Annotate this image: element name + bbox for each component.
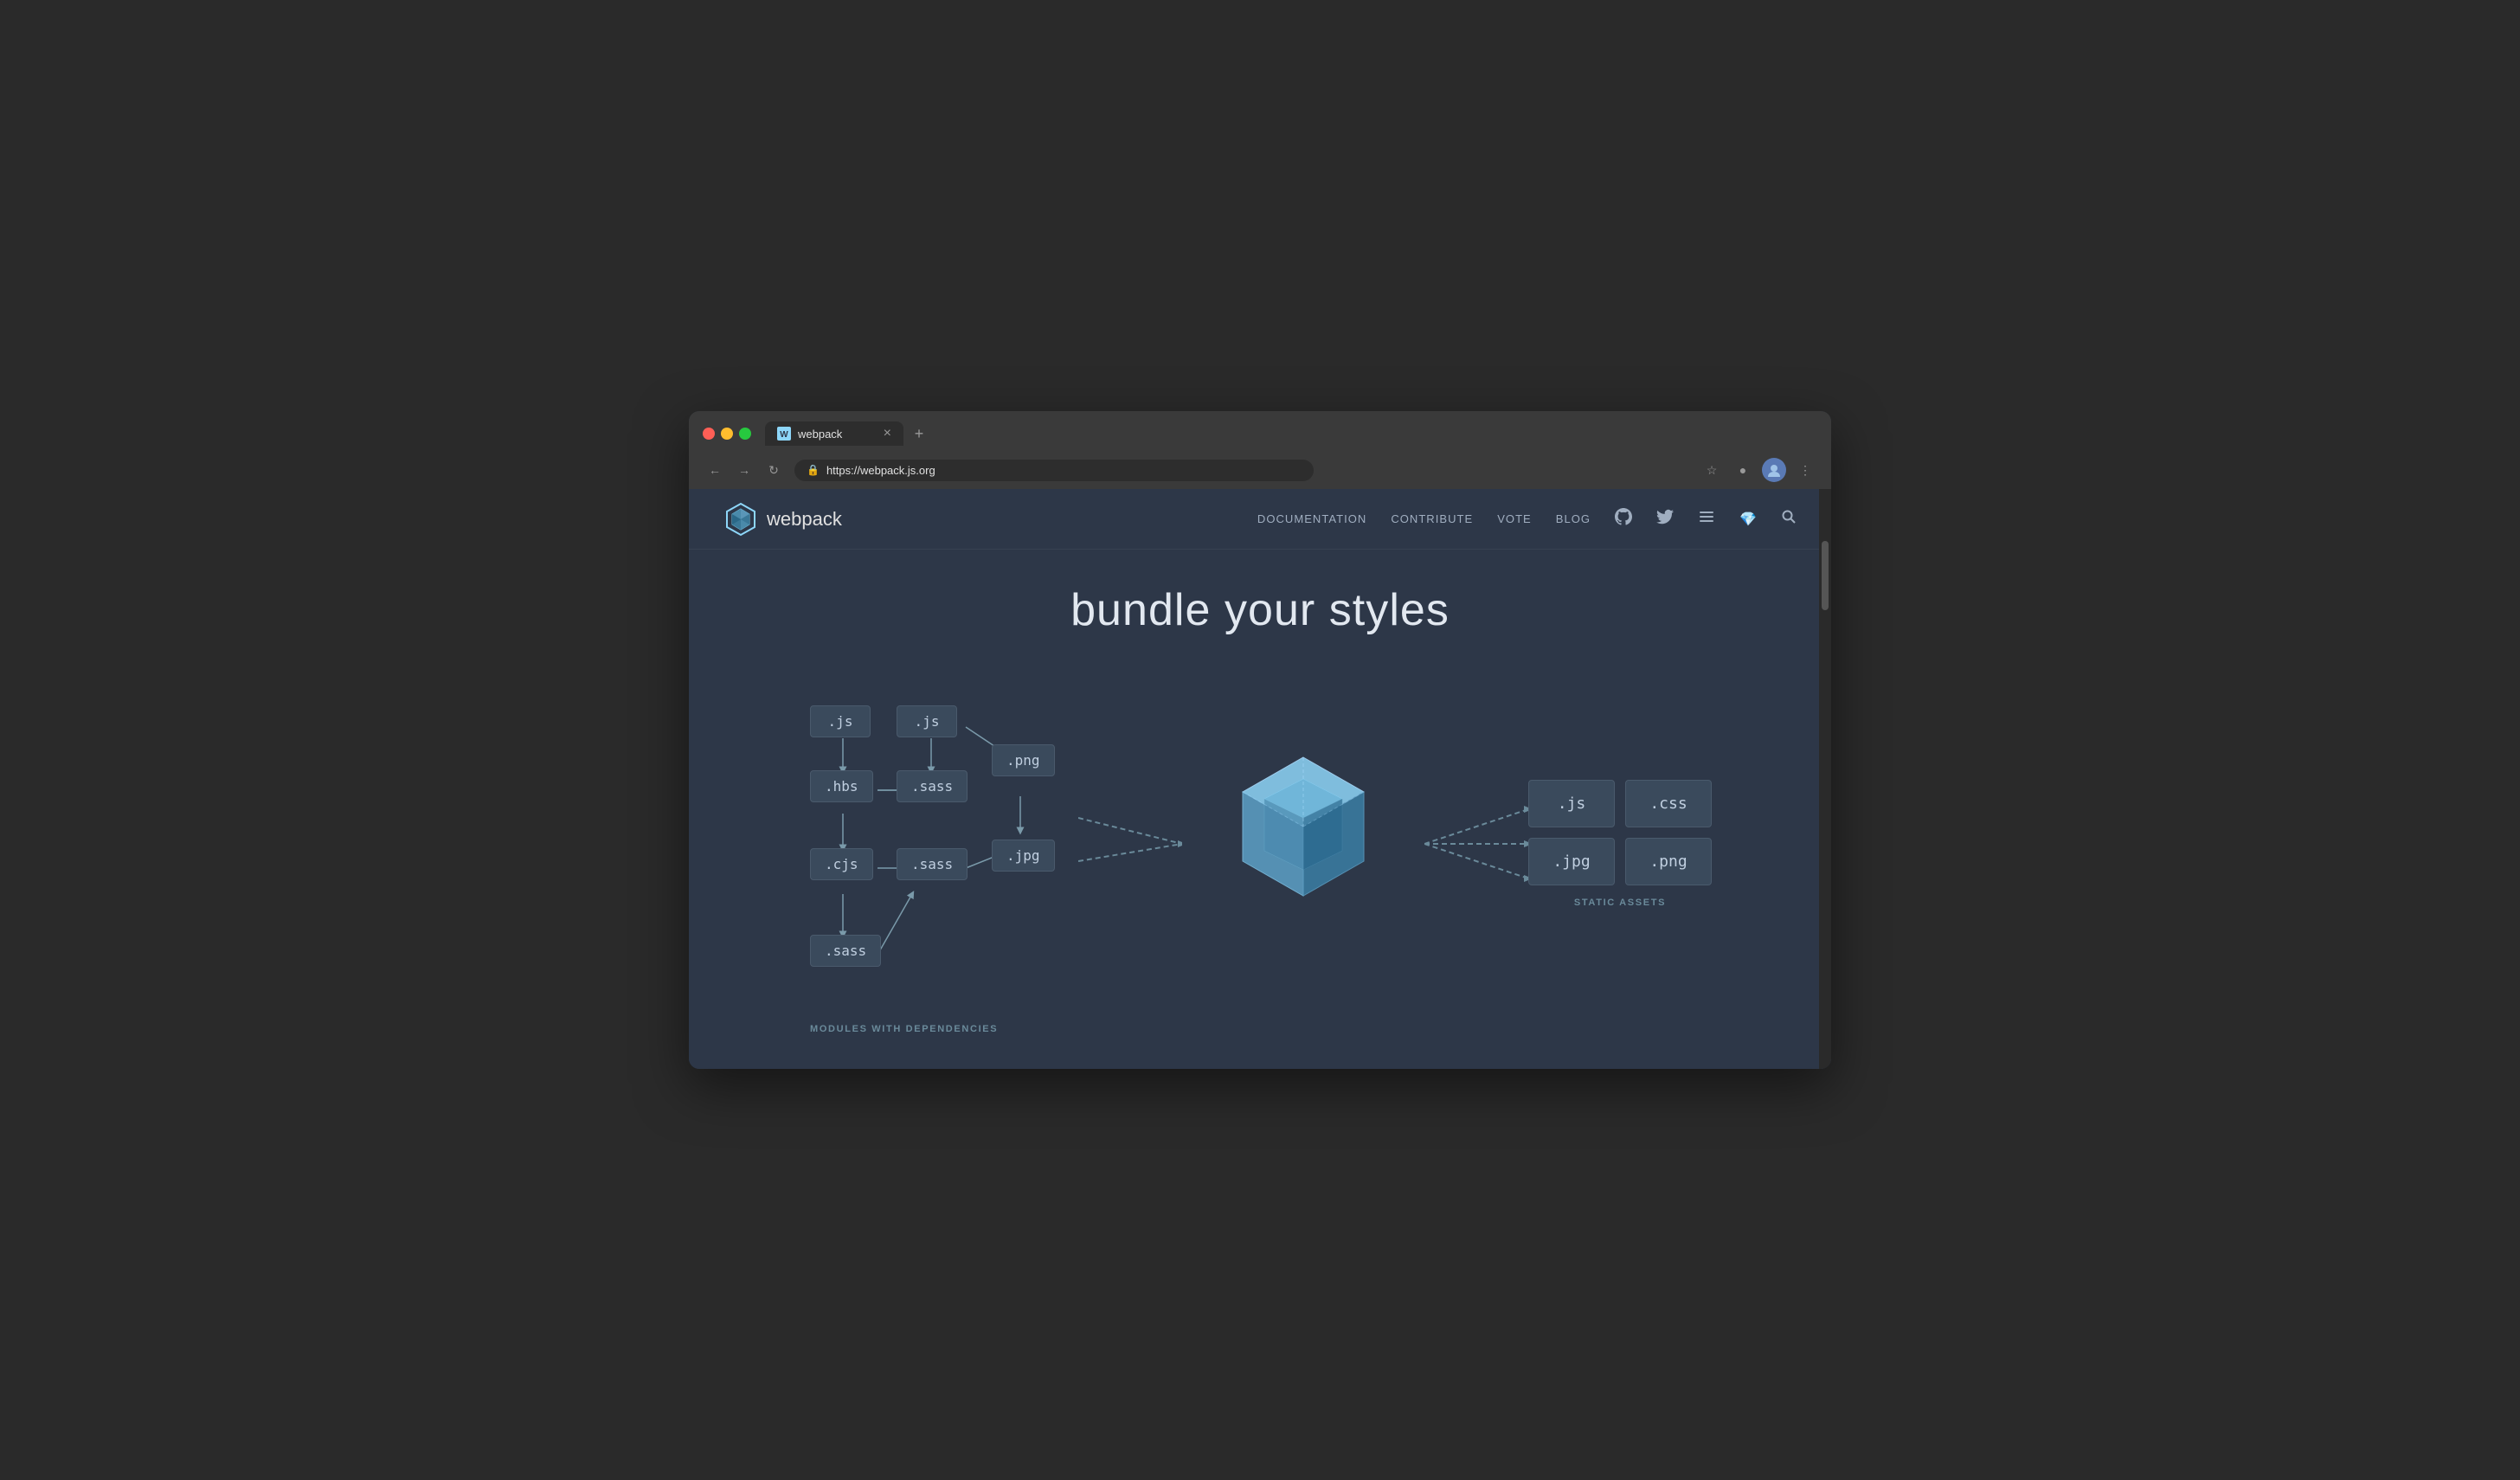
right-dashed-svg	[1424, 749, 1528, 939]
tab-bar: W webpack × +	[765, 421, 931, 446]
nav-buttons: ← → ↻	[703, 458, 786, 482]
left-dashed-svg	[1078, 749, 1182, 939]
close-button[interactable]	[703, 428, 715, 440]
hero-title: bundle your styles	[1070, 584, 1450, 636]
right-arrows	[1424, 749, 1528, 939]
static-assets-label: STATIC ASSETS	[1574, 898, 1666, 908]
nav-link-vote[interactable]: VOTE	[1497, 512, 1532, 525]
tab-title: webpack	[798, 428, 842, 441]
module-box-sass2: .sass	[897, 848, 968, 880]
navbar: webpack DOCUMENTATION CONTRIBUTE VOTE BL…	[689, 489, 1831, 550]
minimize-button[interactable]	[721, 428, 733, 440]
browser-actions: ☆ ● ⋮	[1700, 458, 1817, 482]
twitter-icon[interactable]	[1656, 508, 1674, 530]
output-row-1: .js .css	[1528, 780, 1712, 827]
maximize-button[interactable]	[739, 428, 751, 440]
bookmark-button[interactable]: ☆	[1700, 458, 1724, 482]
module-box-jpg: .jpg	[992, 840, 1055, 872]
module-box-js2: .js	[897, 705, 957, 737]
nav-link-blog[interactable]: BLOG	[1556, 512, 1591, 525]
profile-icon	[1762, 458, 1786, 482]
github-icon[interactable]	[1615, 508, 1632, 530]
module-box-png: .png	[992, 744, 1055, 776]
opencollective-icon[interactable]: 💎	[1739, 511, 1757, 528]
traffic-lights	[703, 428, 751, 440]
website-content: webpack DOCUMENTATION CONTRIBUTE VOTE BL…	[689, 489, 1831, 1069]
logo[interactable]: webpack	[723, 502, 842, 537]
modules-label: MODULES WITH DEPENDENCIES	[810, 1024, 998, 1034]
new-tab-button[interactable]: +	[907, 421, 931, 446]
title-bar: W webpack × +	[689, 411, 1831, 453]
module-box-sass3: .sass	[810, 935, 881, 967]
module-box-sass1: .sass	[897, 770, 968, 802]
module-box-hbs: .hbs	[810, 770, 873, 802]
scrollbar[interactable]	[1819, 489, 1831, 1069]
search-icon[interactable]	[1781, 509, 1797, 529]
webpack-logo-icon	[723, 502, 758, 537]
modules-section: .js .hbs .js .sass .png .cjs .sass .jpg	[784, 679, 1078, 1008]
lock-icon: 🔒	[807, 464, 820, 476]
url-bar[interactable]: 🔒 https://webpack.js.org	[794, 460, 1314, 481]
reload-button[interactable]: ↻	[762, 458, 786, 482]
output-box-js: .js	[1528, 780, 1615, 827]
menu-button[interactable]: ⋮	[1793, 458, 1817, 482]
address-bar: ← → ↻ 🔒 https://webpack.js.org ☆ ●	[689, 453, 1831, 489]
output-box-jpg: .jpg	[1528, 838, 1615, 885]
account-button[interactable]	[1762, 458, 1786, 482]
nav-link-contribute[interactable]: CONTRIBUTE	[1391, 512, 1473, 525]
stack-icon[interactable]	[1698, 508, 1715, 530]
nav-link-documentation[interactable]: DOCUMENTATION	[1257, 512, 1366, 525]
browser-window: W webpack × + ← → ↻ 🔒 https://webpack.js…	[689, 411, 1831, 1069]
tab-favicon: W	[777, 427, 791, 441]
diagram-wrapper: .js .hbs .js .sass .png .cjs .sass .jpg	[784, 679, 1736, 1008]
back-button[interactable]: ←	[703, 458, 727, 482]
url-text: https://webpack.js.org	[826, 464, 935, 477]
webpack-cube-svg	[1217, 740, 1390, 913]
browser-chrome: W webpack × + ← → ↻ 🔒 https://webpack.js…	[689, 411, 1831, 489]
extension-button[interactable]: ●	[1731, 458, 1755, 482]
nav-links: DOCUMENTATION CONTRIBUTE VOTE BLOG	[1257, 508, 1797, 530]
main-content: bundle your styles	[689, 550, 1831, 1069]
forward-button[interactable]: →	[732, 458, 756, 482]
output-row-2: .jpg .png	[1528, 838, 1712, 885]
scrollbar-thumb[interactable]	[1822, 541, 1829, 610]
logo-text: webpack	[767, 508, 842, 531]
left-arrows	[1078, 749, 1182, 939]
active-tab[interactable]: W webpack ×	[765, 421, 903, 446]
module-box-cjs: .cjs	[810, 848, 873, 880]
output-box-png: .png	[1625, 838, 1712, 885]
tab-close-button[interactable]: ×	[884, 427, 891, 441]
webpack-cube-container	[1208, 731, 1398, 922]
output-section: .js .css .jpg .png STATIC ASSETS	[1528, 780, 1712, 908]
svg-text:W: W	[780, 430, 788, 440]
module-box-js1: .js	[810, 705, 871, 737]
output-box-css: .css	[1625, 780, 1712, 827]
